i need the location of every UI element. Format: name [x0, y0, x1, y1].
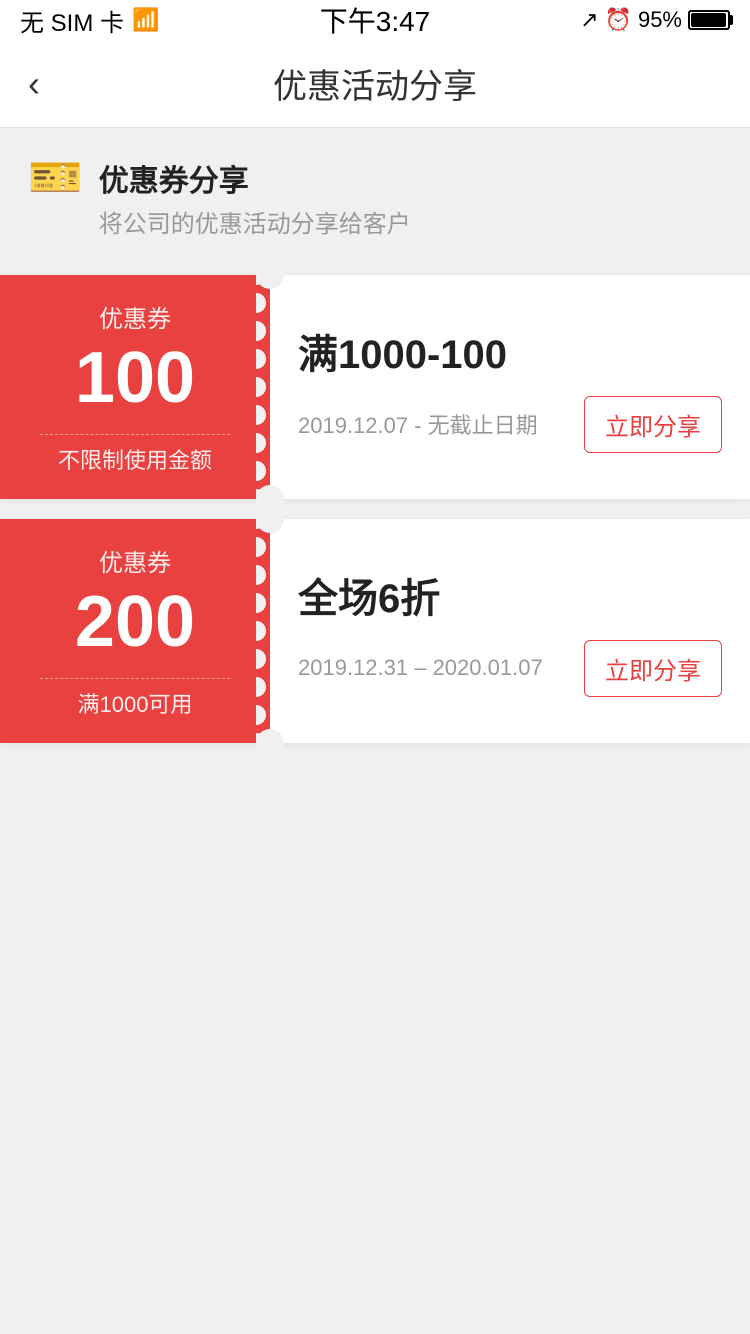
coupon-bottom-row-0: 2019.12.07 - 无截止日期 立即分享 [298, 396, 722, 453]
battery-icon [688, 10, 730, 30]
share-button-1[interactable]: 立即分享 [584, 640, 722, 697]
section-subtitle: 将公司的优惠活动分享给客户 [99, 204, 411, 239]
wifi-icon: 📶 [132, 7, 159, 33]
coupon-date-1: 2019.12.31 – 2020.01.07 [298, 655, 543, 681]
coupon-right-0: 满1000-100 2019.12.07 - 无截止日期 立即分享 [270, 275, 750, 499]
status-bar: 无 SIM 卡 📶 下午3:47 ↗ ⏰ 95% [0, 0, 750, 40]
background-fill [0, 791, 750, 1291]
carrier-text: 无 SIM 卡 [20, 3, 124, 38]
notch-bottom-1 [256, 729, 284, 757]
status-right: ↗ ⏰ 95% [580, 7, 730, 33]
page-title: 优惠活动分享 [273, 59, 477, 108]
coupon-label-0: 优惠券 [99, 299, 171, 334]
battery-percent: 95% [638, 7, 682, 33]
coupon-left-1: 优惠券 200 满1000可用 [0, 519, 270, 743]
back-button[interactable]: ‹ [28, 63, 40, 105]
coupon-right-1: 全场6折 2019.12.31 – 2020.01.07 立即分享 [270, 519, 750, 743]
coupon-condition-0: 不限制使用金额 [58, 443, 212, 475]
notch-top-0 [256, 261, 284, 289]
status-time: 下午3:47 [320, 0, 431, 40]
notch-top-1 [256, 505, 284, 533]
section-text: 优惠券分享 将公司的优惠活动分享给客户 [99, 156, 411, 239]
nav-bar: ‹ 优惠活动分享 [0, 40, 750, 128]
coupon-card: 优惠券 100 不限制使用金额 满1000-100 2019.12.07 - 无… [0, 275, 750, 499]
coupon-name-0: 满1000-100 [298, 322, 722, 380]
coupon-label-1: 优惠券 [99, 543, 171, 578]
coupon-amount-1: 200 [75, 586, 195, 658]
coupon-list: 优惠券 100 不限制使用金额 满1000-100 2019.12.07 - 无… [0, 275, 750, 791]
coupon-date-0: 2019.12.07 - 无截止日期 [298, 408, 538, 440]
coupon-card: 优惠券 200 满1000可用 全场6折 2019.12.31 – 2020.0… [0, 519, 750, 743]
coupon-divider-0 [40, 434, 230, 435]
status-left: 无 SIM 卡 📶 [20, 3, 159, 38]
section-header: 🎫 优惠券分享 将公司的优惠活动分享给客户 [0, 128, 750, 255]
coupon-divider-1 [40, 678, 230, 679]
coupon-amount-0: 100 [75, 342, 195, 414]
location-icon: ↗ [580, 7, 598, 33]
alarm-icon: ⏰ [605, 7, 632, 33]
coupon-bottom-row-1: 2019.12.31 – 2020.01.07 立即分享 [298, 640, 722, 697]
coupon-name-1: 全场6折 [298, 566, 722, 624]
section-title: 优惠券分享 [99, 156, 411, 200]
share-button-0[interactable]: 立即分享 [584, 396, 722, 453]
coupon-left-0: 优惠券 100 不限制使用金额 [0, 275, 270, 499]
section-icon: 🎫 [28, 156, 83, 200]
coupon-condition-1: 满1000可用 [78, 687, 193, 719]
